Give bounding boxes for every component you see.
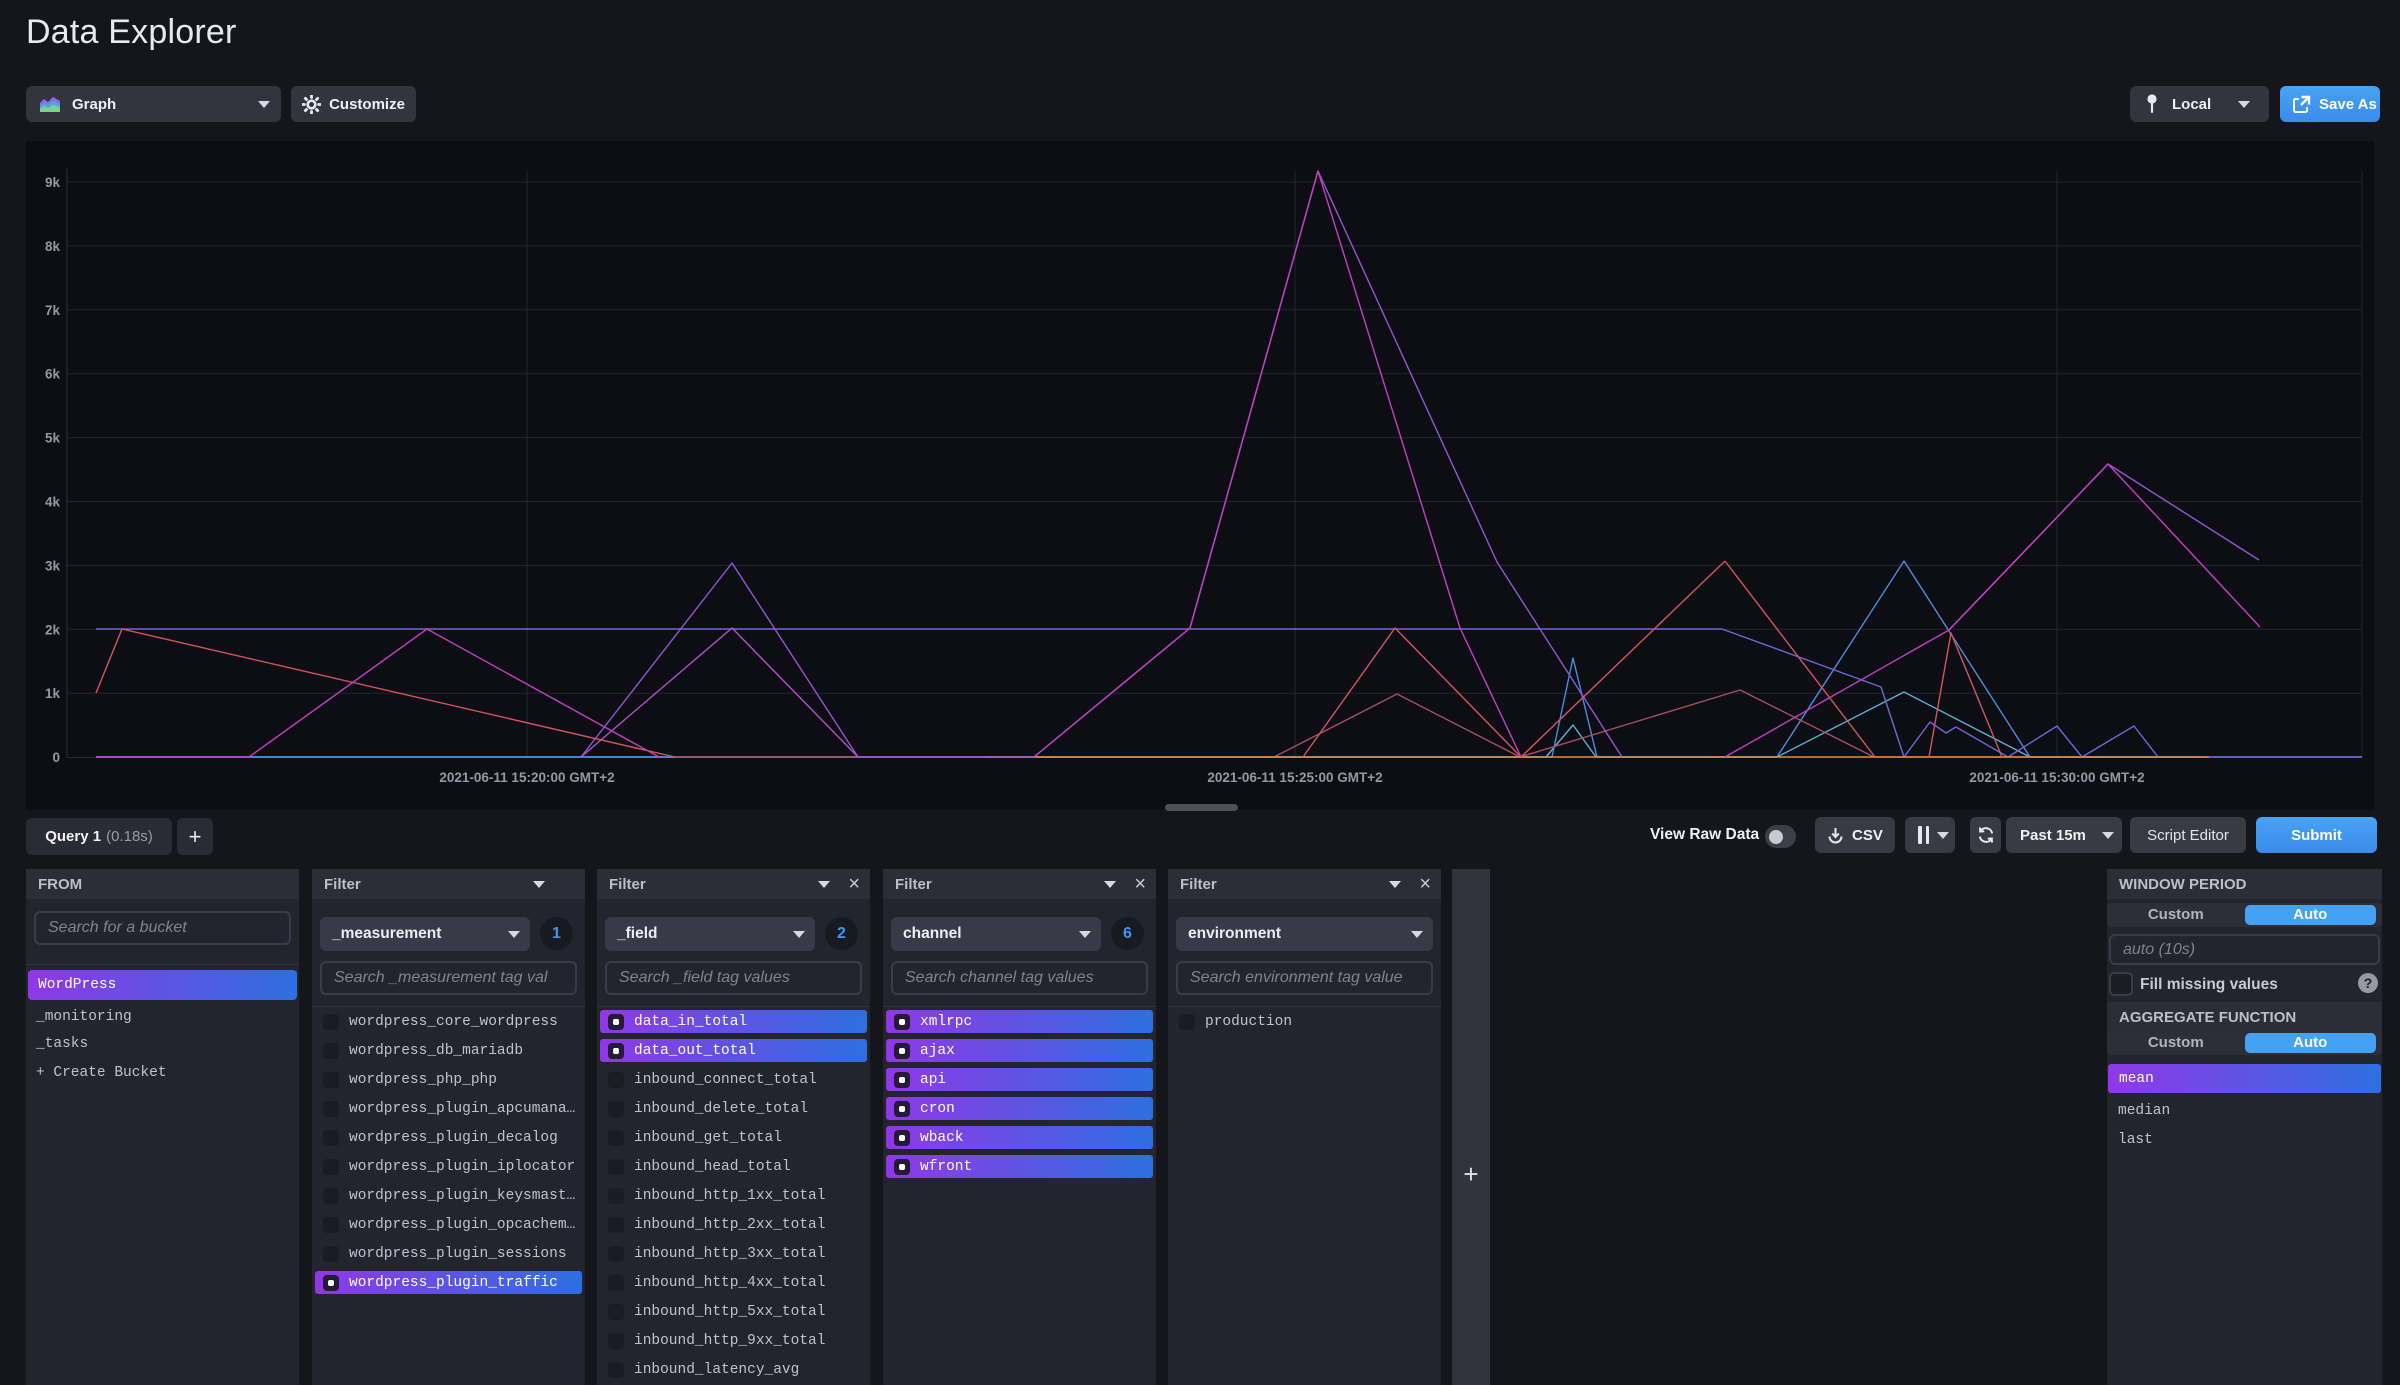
svg-text:5k: 5k (45, 431, 61, 446)
svg-text:8k: 8k (45, 239, 61, 254)
svg-text:0: 0 (52, 750, 60, 765)
svg-text:6k: 6k (45, 367, 61, 382)
svg-text:7k: 7k (45, 303, 61, 318)
svg-text:4k: 4k (45, 495, 61, 510)
svg-text:2k: 2k (45, 622, 61, 637)
svg-text:2021-06-11 15:20:00 GMT+2: 2021-06-11 15:20:00 GMT+2 (439, 770, 614, 785)
svg-text:2021-06-11 15:30:00 GMT+2: 2021-06-11 15:30:00 GMT+2 (1969, 770, 2144, 785)
svg-text:1k: 1k (45, 686, 61, 701)
svg-text:2021-06-11 15:25:00 GMT+2: 2021-06-11 15:25:00 GMT+2 (1207, 770, 1382, 785)
svg-text:3k: 3k (45, 558, 61, 573)
svg-text:9k: 9k (45, 175, 61, 190)
